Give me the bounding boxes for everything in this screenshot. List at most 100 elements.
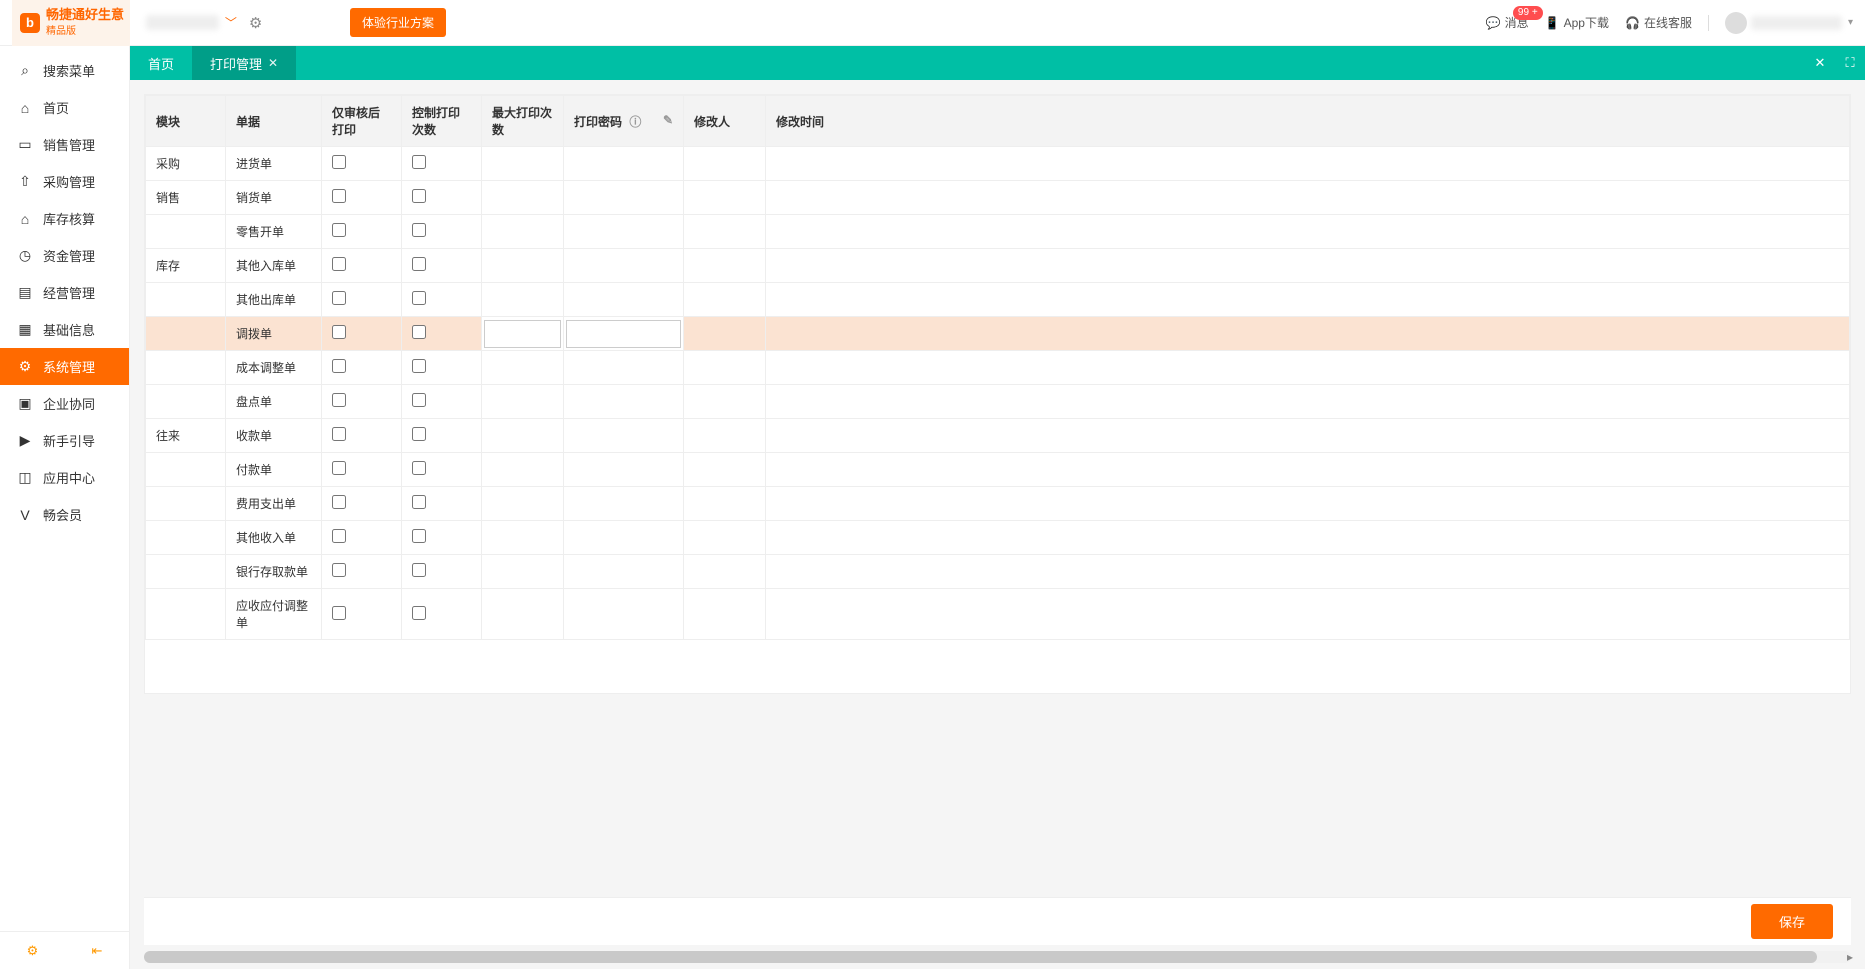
close-icon[interactable]: ✕ bbox=[268, 56, 278, 70]
sidebar-item-11[interactable]: ◫应用中心 bbox=[0, 459, 129, 496]
user-menu[interactable]: ██████ ▾ bbox=[1725, 12, 1853, 34]
control-count-checkbox[interactable] bbox=[412, 291, 426, 305]
only-audited-checkbox[interactable] bbox=[332, 155, 346, 169]
only-audited-checkbox[interactable] bbox=[332, 359, 346, 373]
only-audited-checkbox[interactable] bbox=[332, 257, 346, 271]
sidebar-item-label: 采购管理 bbox=[43, 172, 95, 191]
fullscreen-icon[interactable]: ⛶ bbox=[1835, 46, 1865, 80]
sidebar-item-5[interactable]: ◷资金管理 bbox=[0, 237, 129, 274]
sidebar-item-6[interactable]: ▤经营管理 bbox=[0, 274, 129, 311]
sidebar-item-label: 资金管理 bbox=[43, 246, 95, 265]
cell-modify-time bbox=[766, 181, 1850, 215]
control-count-checkbox[interactable] bbox=[412, 223, 426, 237]
sidebar-item-icon: ▦ bbox=[17, 321, 33, 338]
control-count-checkbox[interactable] bbox=[412, 461, 426, 475]
tab-home-label: 首页 bbox=[148, 54, 174, 73]
collapse-icon[interactable]: ⇤ bbox=[91, 943, 102, 959]
sidebar-item-2[interactable]: ▭销售管理 bbox=[0, 126, 129, 163]
control-count-checkbox[interactable] bbox=[412, 563, 426, 577]
sidebar-item-3[interactable]: ⇧采购管理 bbox=[0, 163, 129, 200]
max-count-input[interactable] bbox=[484, 320, 561, 348]
sidebar-item-8[interactable]: ⚙系统管理 bbox=[0, 348, 129, 385]
sidebar-item-4[interactable]: ⌂库存核算 bbox=[0, 200, 129, 237]
table-row: 付款单 bbox=[146, 453, 1850, 487]
cell-doc: 其他入库单 bbox=[226, 249, 322, 283]
experience-button[interactable]: 体验行业方案 bbox=[350, 8, 446, 37]
control-count-checkbox[interactable] bbox=[412, 393, 426, 407]
scroll-right-icon[interactable]: ▸ bbox=[1847, 950, 1853, 964]
only-audited-checkbox[interactable] bbox=[332, 189, 346, 203]
app-download-link[interactable]: 📱 App下载 bbox=[1545, 14, 1609, 31]
cell-modify-time bbox=[766, 487, 1850, 521]
sidebar-item-9[interactable]: ▣企业协同 bbox=[0, 385, 129, 422]
cell-module: 库存 bbox=[146, 249, 226, 283]
password-input[interactable] bbox=[566, 320, 681, 348]
cell-modify-time bbox=[766, 283, 1850, 317]
cell-modifier bbox=[684, 589, 766, 640]
cell-max-count bbox=[482, 453, 564, 487]
only-audited-checkbox[interactable] bbox=[332, 563, 346, 577]
control-count-checkbox[interactable] bbox=[412, 606, 426, 620]
cell-control-count bbox=[402, 419, 482, 453]
only-audited-checkbox[interactable] bbox=[332, 291, 346, 305]
org-selector[interactable]: ████ ﹀ ⚙ bbox=[146, 14, 336, 32]
control-count-checkbox[interactable] bbox=[412, 529, 426, 543]
cell-only-audited bbox=[322, 215, 402, 249]
sidebar-item-label: 应用中心 bbox=[43, 468, 95, 487]
only-audited-checkbox[interactable] bbox=[332, 223, 346, 237]
control-count-checkbox[interactable] bbox=[412, 359, 426, 373]
tab-home[interactable]: 首页 bbox=[130, 46, 192, 80]
only-audited-checkbox[interactable] bbox=[332, 606, 346, 620]
cell-modify-time bbox=[766, 589, 1850, 640]
cell-max-count bbox=[482, 147, 564, 181]
sidebar-item-12[interactable]: V畅会员 bbox=[0, 496, 129, 533]
sidebar-item-1[interactable]: ⌂首页 bbox=[0, 89, 129, 126]
sidebar-list: ⌕搜索菜单⌂首页▭销售管理⇧采购管理⌂库存核算◷资金管理▤经营管理▦基础信息⚙系… bbox=[0, 46, 129, 931]
only-audited-checkbox[interactable] bbox=[332, 325, 346, 339]
cell-only-audited bbox=[322, 385, 402, 419]
tab-close-all-icon[interactable]: ✕ bbox=[1805, 46, 1835, 80]
tab-print-management[interactable]: 打印管理 ✕ bbox=[192, 46, 296, 80]
username: ██████ bbox=[1751, 16, 1842, 30]
footer-bar: 保存 bbox=[144, 897, 1851, 945]
gear-icon[interactable]: ⚙ bbox=[249, 14, 262, 32]
cell-max-count bbox=[482, 487, 564, 521]
sidebar-item-7[interactable]: ▦基础信息 bbox=[0, 311, 129, 348]
control-count-checkbox[interactable] bbox=[412, 325, 426, 339]
only-audited-checkbox[interactable] bbox=[332, 427, 346, 441]
control-count-checkbox[interactable] bbox=[412, 495, 426, 509]
control-count-checkbox[interactable] bbox=[412, 257, 426, 271]
messages-link[interactable]: 💬 消息 99 + bbox=[1486, 14, 1529, 31]
cell-max-count bbox=[482, 283, 564, 317]
cell-password bbox=[564, 317, 684, 351]
sidebar-item-icon: ▤ bbox=[17, 284, 33, 301]
brand: b 畅捷通好生意 精品版 bbox=[12, 0, 130, 46]
help-icon[interactable]: ⓘ bbox=[629, 115, 641, 129]
scrollbar-thumb[interactable] bbox=[144, 951, 1817, 963]
only-audited-checkbox[interactable] bbox=[332, 495, 346, 509]
cell-password bbox=[564, 283, 684, 317]
control-count-checkbox[interactable] bbox=[412, 155, 426, 169]
messages-badge: 99 + bbox=[1513, 6, 1543, 20]
content: 模块 单据 仅审核后打印 控制打印次数 最大打印次数 打印密码 ⓘ ✎ 修改人 bbox=[130, 80, 1865, 897]
cell-control-count bbox=[402, 351, 482, 385]
only-audited-checkbox[interactable] bbox=[332, 393, 346, 407]
sidebar-item-10[interactable]: ▶新手引导 bbox=[0, 422, 129, 459]
cell-only-audited bbox=[322, 249, 402, 283]
only-audited-checkbox[interactable] bbox=[332, 529, 346, 543]
cell-only-audited bbox=[322, 147, 402, 181]
print-settings-table: 模块 单据 仅审核后打印 控制打印次数 最大打印次数 打印密码 ⓘ ✎ 修改人 bbox=[145, 95, 1850, 640]
only-audited-checkbox[interactable] bbox=[332, 461, 346, 475]
save-button[interactable]: 保存 bbox=[1751, 904, 1833, 939]
sidebar-item-0[interactable]: ⌕搜索菜单 bbox=[0, 52, 129, 89]
edit-icon[interactable]: ✎ bbox=[663, 113, 673, 127]
control-count-checkbox[interactable] bbox=[412, 427, 426, 441]
control-count-checkbox[interactable] bbox=[412, 189, 426, 203]
table-row: 应收应付调整单 bbox=[146, 589, 1850, 640]
horizontal-scrollbar[interactable]: ▸ bbox=[144, 951, 1851, 963]
chevron-down-icon: ﹀ bbox=[225, 14, 237, 31]
cell-password bbox=[564, 215, 684, 249]
sidebar-item-icon: ▶ bbox=[17, 432, 33, 449]
settings-icon[interactable]: ⚙ bbox=[27, 943, 39, 959]
online-service-link[interactable]: 🎧 在线客服 bbox=[1625, 14, 1692, 31]
